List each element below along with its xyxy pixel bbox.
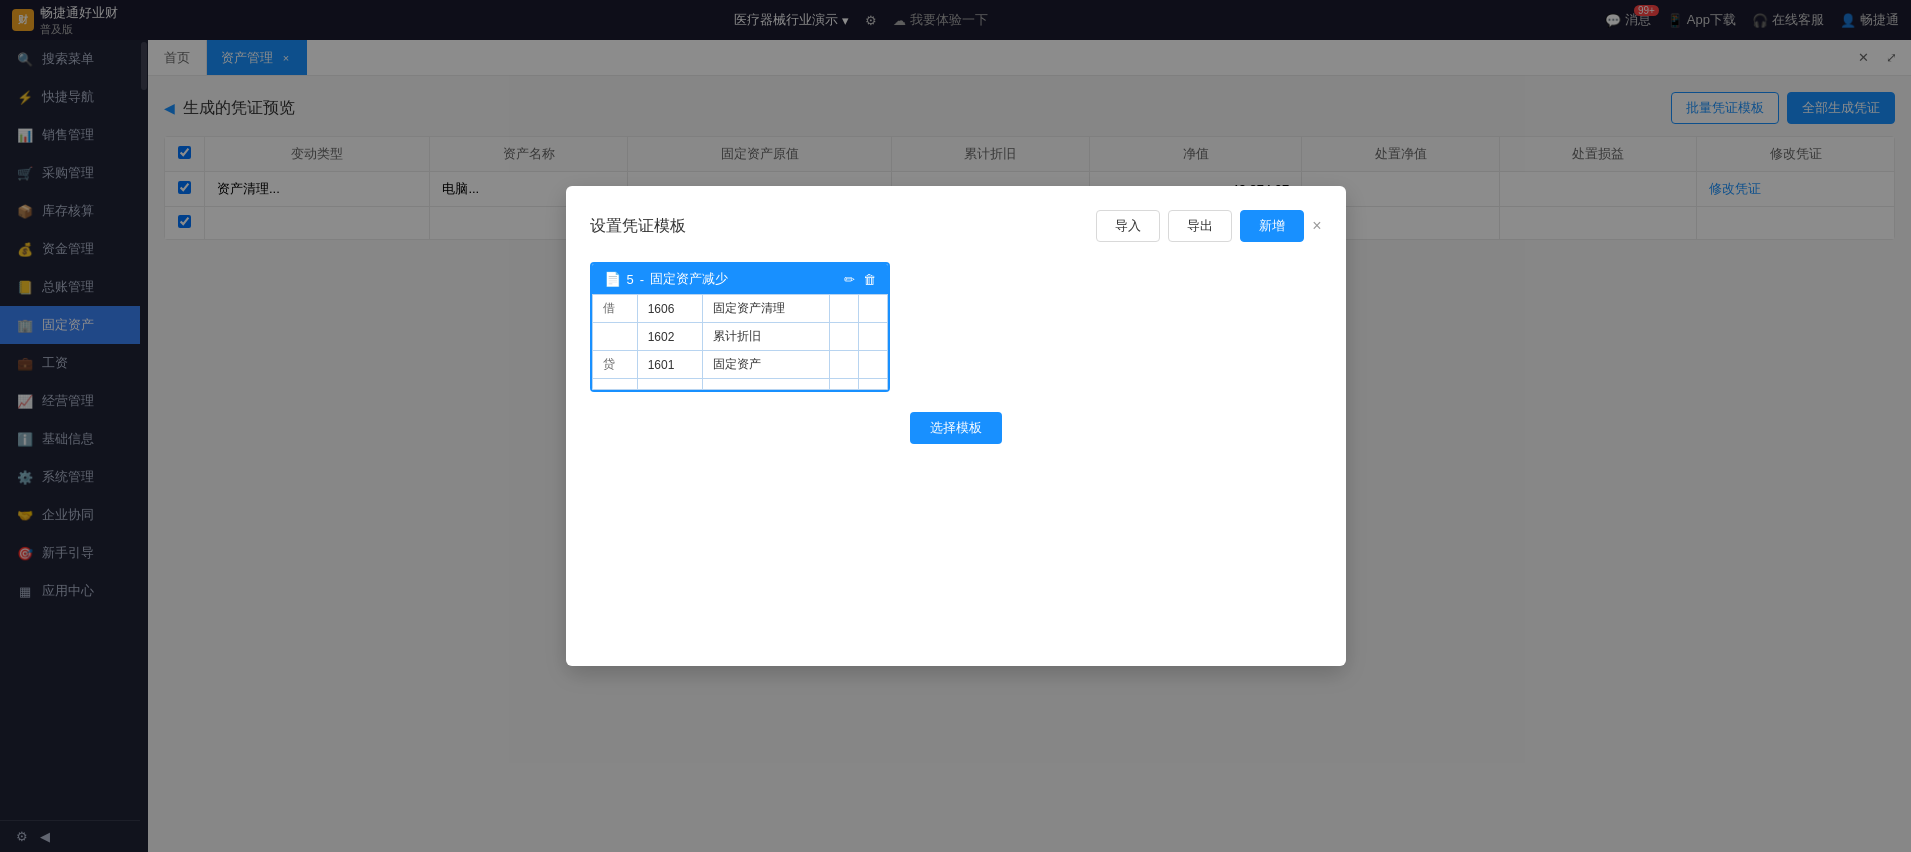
credit-amount-1 (858, 295, 887, 323)
account-name-4 (702, 379, 829, 390)
template-number: 5 (627, 272, 634, 287)
template-card-header-left: 📄 5 - 固定资产减少 (604, 270, 729, 288)
debit-amount-4 (830, 379, 859, 390)
page-content: ◀ 生成的凭证预览 批量凭证模板 全部生成凭证 (148, 76, 1911, 852)
import-btn[interactable]: 导入 (1096, 210, 1160, 242)
credit-amount-3 (858, 351, 887, 379)
debit-amount-1 (830, 295, 859, 323)
credit-label: 贷 (592, 351, 637, 379)
modal-header-right: 导入 导出 新增 × (1096, 210, 1321, 242)
template-card: 📄 5 - 固定资产减少 ✏ 🗑 (590, 262, 890, 392)
template-row-3: 贷 1601 固定资产 (592, 351, 887, 379)
debit-amount-2 (830, 323, 859, 351)
edit-template-icon[interactable]: ✏ (844, 272, 855, 287)
type-2 (592, 323, 637, 351)
export-btn[interactable]: 导出 (1168, 210, 1232, 242)
template-card-header-actions: ✏ 🗑 (844, 272, 876, 287)
content-area: 首页 资产管理 × ✕ ⤢ ◀ 生成的凭证预览 (148, 40, 1911, 852)
modal: 设置凭证模板 导入 导出 新增 × (566, 186, 1346, 666)
template-row-2: 1602 累计折旧 (592, 323, 887, 351)
template-name: 固定资产减少 (650, 270, 728, 288)
account-code-1: 1606 (637, 295, 702, 323)
template-separator: - (640, 272, 644, 287)
template-table: 借 1606 固定资产清理 1602 (592, 294, 888, 390)
account-code-2: 1602 (637, 323, 702, 351)
credit-amount-2 (858, 323, 887, 351)
credit-amount-4 (858, 379, 887, 390)
account-name-3: 固定资产 (702, 351, 829, 379)
account-name-1: 固定资产清理 (702, 295, 829, 323)
modal-close-icon[interactable]: × (1312, 217, 1321, 235)
type-4 (592, 379, 637, 390)
template-file-icon: 📄 (604, 271, 621, 287)
template-row-4 (592, 379, 887, 390)
debit-amount-3 (830, 351, 859, 379)
modal-title: 设置凭证模板 (590, 216, 686, 237)
account-name-2: 累计折旧 (702, 323, 829, 351)
account-code-4 (637, 379, 702, 390)
account-code-3: 1601 (637, 351, 702, 379)
modal-header: 设置凭证模板 导入 导出 新增 × (590, 210, 1322, 242)
delete-template-icon[interactable]: 🗑 (863, 272, 876, 287)
template-row-1: 借 1606 固定资产清理 (592, 295, 887, 323)
template-card-header: 📄 5 - 固定资产减少 ✏ 🗑 (592, 264, 888, 294)
debit-label: 借 (592, 295, 637, 323)
select-template-btn[interactable]: 选择模板 (910, 412, 1002, 444)
modal-overlay: 设置凭证模板 导入 导出 新增 × (148, 76, 1911, 852)
modal-header-actions: 导入 导出 新增 (1096, 210, 1304, 242)
new-btn[interactable]: 新增 (1240, 210, 1304, 242)
